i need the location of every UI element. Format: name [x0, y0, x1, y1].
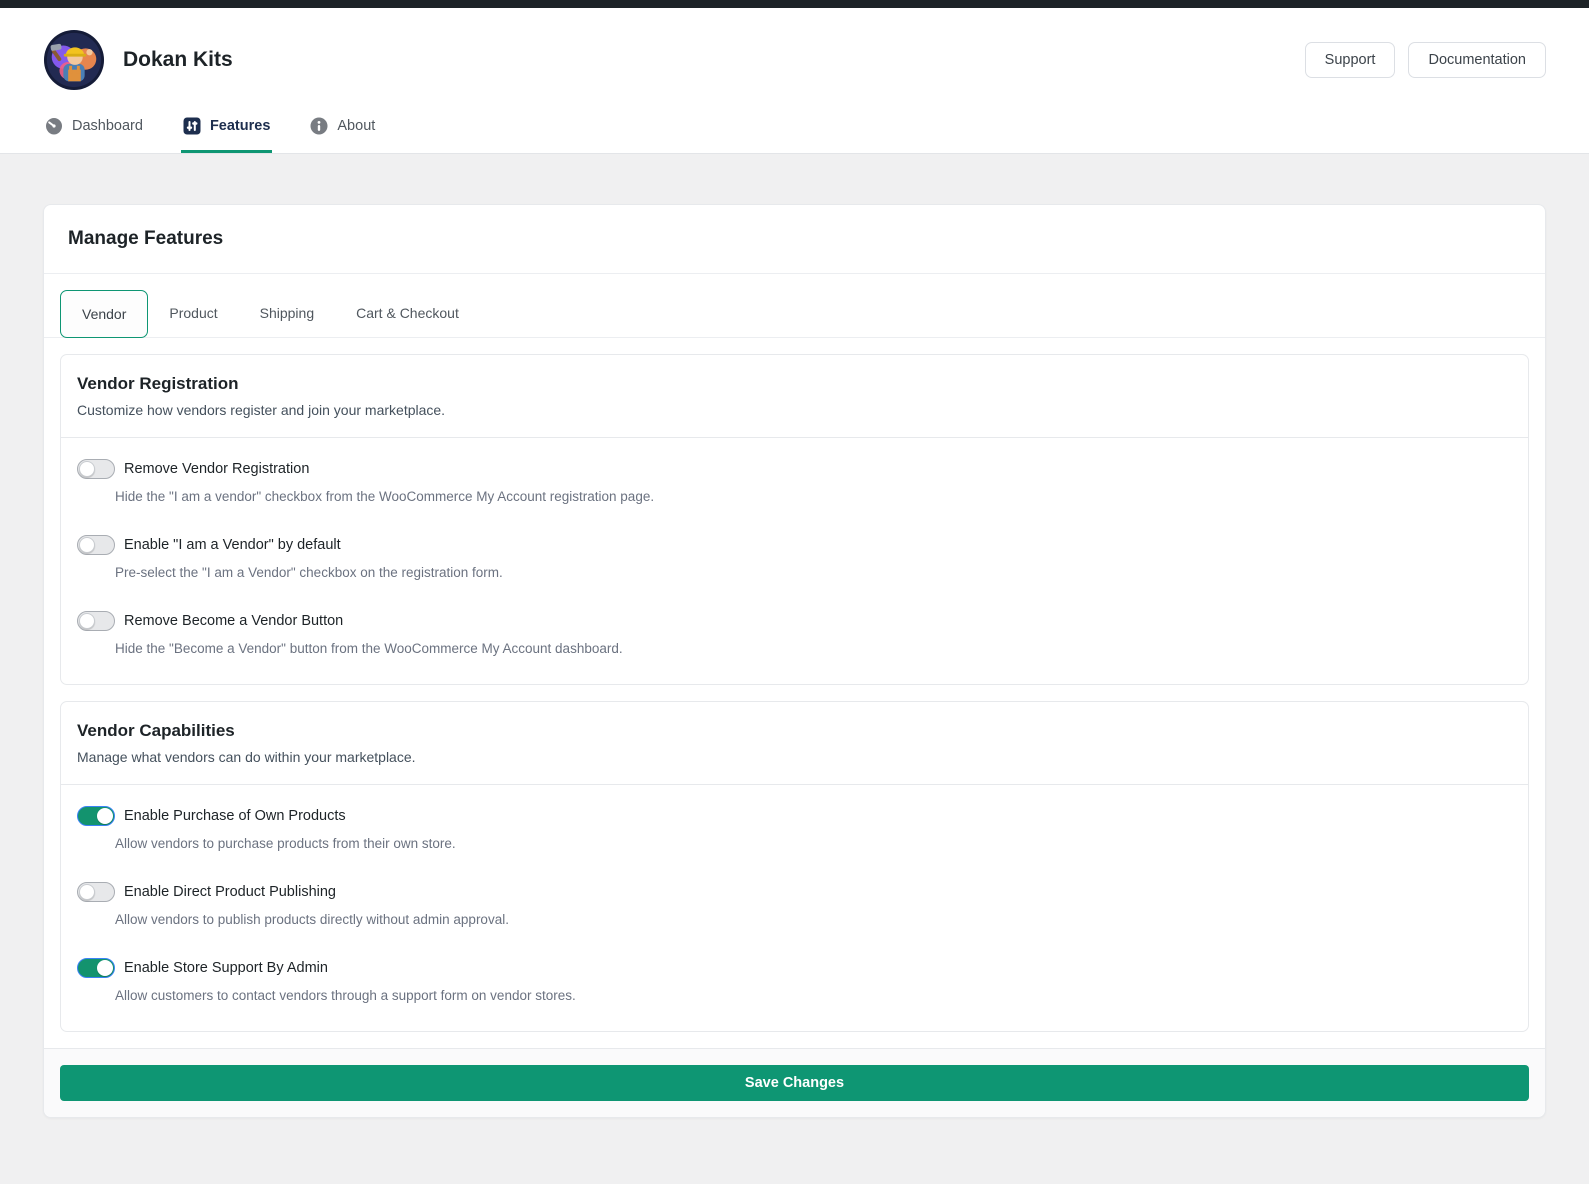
toggle-description: Allow vendors to publish products direct… — [115, 912, 509, 927]
toggle-rows: Enable Purchase of Own Products Allow ve… — [61, 785, 1528, 1031]
save-changes-button[interactable]: Save Changes — [60, 1065, 1529, 1101]
dashboard-gauge-icon — [45, 117, 63, 135]
page-content: Manage Features Vendor Product Shipping … — [0, 154, 1589, 1156]
section-vendor-registration: Vendor Registration Customize how vendor… — [60, 354, 1529, 685]
toggle-knob — [97, 808, 113, 824]
remove-vendor-registration-toggle[interactable] — [77, 459, 115, 479]
page-title: Manage Features — [68, 228, 224, 249]
section-description: Manage what vendors can do within your m… — [77, 749, 416, 765]
toggle-label: Remove Vendor Registration — [124, 461, 310, 477]
toggle-knob — [79, 461, 95, 477]
documentation-button[interactable]: Documentation — [1408, 42, 1546, 78]
enable-direct-product-publishing-toggle[interactable] — [77, 882, 115, 902]
app-title: Dokan Kits — [123, 48, 233, 71]
nav-item-about[interactable]: About — [308, 111, 377, 153]
enable-iam-vendor-default-toggle[interactable] — [77, 535, 115, 555]
toggle-row-main: Enable "I am a Vendor" by default — [77, 535, 1512, 555]
toggle-row-store-support-by-admin: Enable Store Support By Admin Allow cust… — [77, 958, 1512, 1003]
toggle-label: Enable Purchase of Own Products — [124, 808, 346, 824]
toggle-knob — [79, 537, 95, 553]
section-header: Vendor Capabilities Manage what vendors … — [61, 702, 1528, 785]
manage-features-card: Manage Features Vendor Product Shipping … — [43, 204, 1546, 1118]
enable-purchase-own-products-toggle[interactable] — [77, 806, 115, 826]
header-actions: Support Documentation — [1304, 42, 1546, 78]
feature-tabs: Vendor Product Shipping Cart & Checkout — [44, 274, 1545, 338]
toggle-row-remove-become-vendor: Remove Become a Vendor Button Hide the "… — [77, 611, 1512, 656]
toggle-knob — [79, 884, 95, 900]
toggle-row-main: Enable Store Support By Admin — [77, 958, 1512, 978]
admin-top-bar — [0, 0, 1589, 8]
section-title: Vendor Capabilities — [77, 721, 235, 740]
toggle-description: Allow customers to contact vendors throu… — [115, 988, 576, 1003]
toggle-label: Enable Direct Product Publishing — [124, 884, 336, 900]
toggle-knob — [97, 960, 113, 976]
section-title: Vendor Registration — [77, 374, 239, 393]
toggle-row-direct-product-publishing: Enable Direct Product Publishing Allow v… — [77, 882, 1512, 927]
card-title-row: Manage Features — [44, 205, 1545, 274]
info-icon — [310, 117, 328, 135]
toggle-description: Allow vendors to purchase products from … — [115, 836, 456, 851]
section-description: Customize how vendors register and join … — [77, 402, 446, 418]
section-vendor-capabilities: Vendor Capabilities Manage what vendors … — [60, 701, 1529, 1032]
toggle-label: Enable "I am a Vendor" by default — [124, 537, 341, 553]
nav-label-dashboard: Dashboard — [72, 118, 143, 134]
features-sliders-icon — [183, 117, 201, 135]
toggle-label: Enable Store Support By Admin — [124, 960, 328, 976]
nav-item-dashboard[interactable]: Dashboard — [43, 111, 145, 153]
support-button[interactable]: Support — [1304, 42, 1396, 78]
dokan-kits-logo — [43, 29, 105, 91]
header-top-row: Dokan Kits Support Documentation — [43, 8, 1546, 103]
nav-label-about: About — [337, 118, 376, 134]
toggle-rows: Remove Vendor Registration Hide the "I a… — [61, 438, 1528, 684]
tab-product[interactable]: Product — [148, 290, 238, 337]
toggle-row-main: Remove Become a Vendor Button — [77, 611, 1512, 631]
toggle-row-purchase-own-products: Enable Purchase of Own Products Allow ve… — [77, 806, 1512, 851]
toggle-row-main: Remove Vendor Registration — [77, 459, 1512, 479]
toggle-knob — [79, 613, 95, 629]
tab-shipping[interactable]: Shipping — [239, 290, 336, 337]
plugin-header: Dokan Kits Support Documentation Dashboa… — [0, 8, 1589, 154]
nav-label-features: Features — [209, 118, 271, 134]
enable-store-support-admin-toggle[interactable] — [77, 958, 115, 978]
toggle-row-main: Enable Direct Product Publishing — [77, 882, 1512, 902]
toggle-description: Hide the "Become a Vendor" button from t… — [115, 641, 623, 656]
tab-cart-checkout[interactable]: Cart & Checkout — [335, 290, 480, 337]
card-footer: Save Changes — [44, 1048, 1545, 1117]
remove-become-vendor-toggle[interactable] — [77, 611, 115, 631]
main-nav: Dashboard Features About — [43, 111, 1546, 153]
toggle-description: Pre-select the "I am a Vendor" checkbox … — [115, 565, 503, 580]
tab-vendor[interactable]: Vendor — [60, 290, 149, 338]
toggle-row-main: Enable Purchase of Own Products — [77, 806, 1512, 826]
toggle-row-iam-vendor-default: Enable "I am a Vendor" by default Pre-se… — [77, 535, 1512, 580]
section-header: Vendor Registration Customize how vendor… — [61, 355, 1528, 438]
toggle-row-remove-vendor-registration: Remove Vendor Registration Hide the "I a… — [77, 459, 1512, 504]
toggle-label: Remove Become a Vendor Button — [124, 613, 344, 629]
toggle-description: Hide the "I am a vendor" checkbox from t… — [115, 489, 655, 504]
nav-item-features[interactable]: Features — [180, 111, 273, 153]
